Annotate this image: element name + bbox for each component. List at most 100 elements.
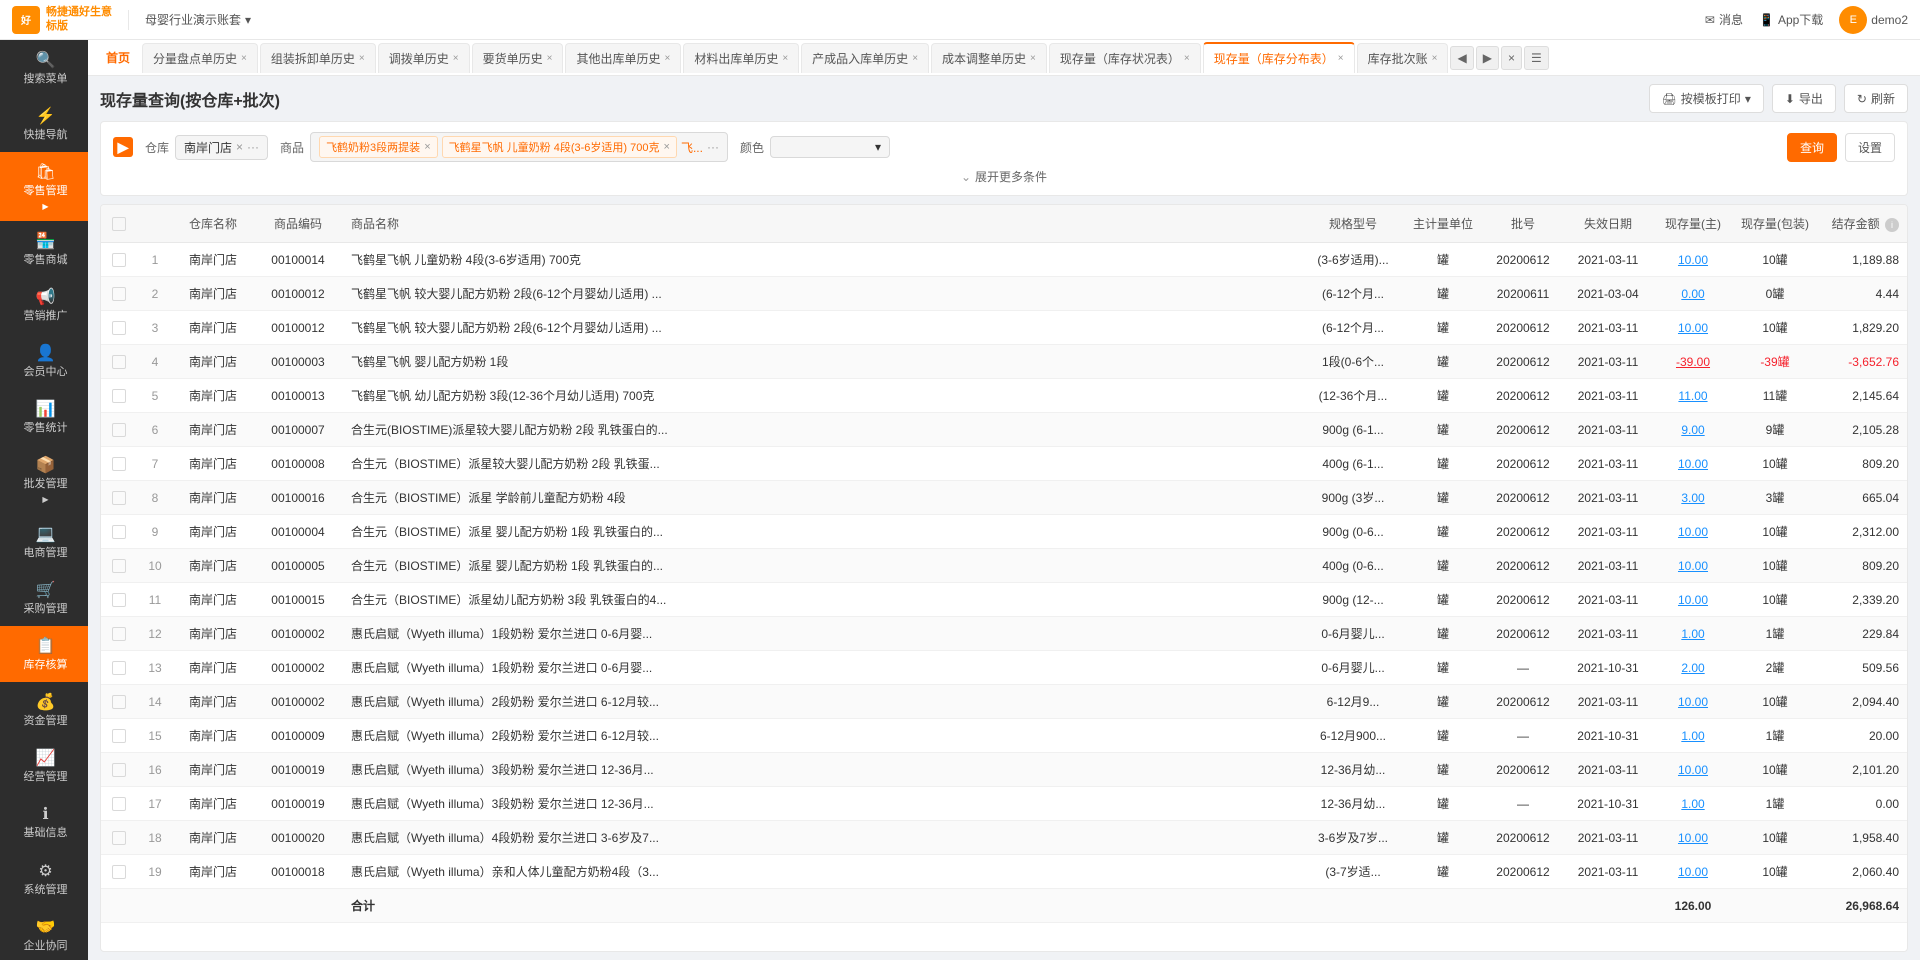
stock-main-link[interactable]: 10.00	[1678, 253, 1708, 267]
stock-main-link[interactable]: 11.00	[1678, 389, 1707, 403]
row-checkbox-input[interactable]	[112, 355, 126, 369]
tab-other-out[interactable]: 其他出库单历史 ×	[565, 43, 681, 73]
row-checkbox-input[interactable]	[112, 423, 126, 437]
filter-more-icon[interactable]: ···	[707, 140, 719, 154]
sidebar-item-finance[interactable]: 💰 资金管理	[0, 682, 88, 738]
tab-close-icon[interactable]: ×	[1030, 53, 1036, 64]
tab-home[interactable]: 首页	[96, 43, 140, 72]
stock-main-link[interactable]: 10.00	[1678, 695, 1708, 709]
row-checkbox-input[interactable]	[112, 253, 126, 267]
stock-main-link[interactable]: 2.00	[1681, 661, 1704, 675]
sidebar-item-inventory[interactable]: 📋 库存核算	[0, 626, 88, 682]
warehouse-value[interactable]: 南岸门店 × ···	[175, 135, 268, 160]
tab-nav-next[interactable]: ▶	[1476, 46, 1499, 70]
tab-close-icon[interactable]: ×	[664, 53, 670, 64]
tab-disassemble[interactable]: 组装拆卸单历史 ×	[260, 43, 376, 73]
sidebar-item-retail-shop[interactable]: 🏪 零售商城	[0, 221, 88, 277]
row-checkbox-input[interactable]	[112, 321, 126, 335]
user-profile[interactable]: E demo2	[1839, 6, 1908, 34]
expand-conditions-button[interactable]: ⌄ 展开更多条件	[113, 168, 1895, 185]
row-checkbox-input[interactable]	[112, 865, 126, 879]
row-checkbox-input[interactable]	[112, 457, 126, 471]
sidebar-item-marketing[interactable]: 📢 营销推广	[0, 277, 88, 333]
stock-main-link[interactable]: 0.00	[1681, 287, 1704, 301]
tab-close-icon[interactable]: ×	[547, 53, 553, 64]
amount-info-icon[interactable]: i	[1885, 218, 1899, 232]
select-all-checkbox[interactable]	[112, 217, 126, 231]
row-checkbox-input[interactable]	[112, 729, 126, 743]
settings-button[interactable]: 设置	[1845, 133, 1895, 162]
row-checkbox-input[interactable]	[112, 831, 126, 845]
tab-nav-close[interactable]: ×	[1501, 46, 1522, 70]
tag-close-icon[interactable]: ×	[424, 141, 430, 153]
row-checkbox-input[interactable]	[112, 627, 126, 641]
sidebar-item-retail-stats[interactable]: 📊 零售统计	[0, 389, 88, 445]
sidebar-item-base-info[interactable]: ℹ 基础信息	[0, 794, 88, 850]
refresh-button[interactable]: ↻ 刷新	[1844, 84, 1908, 113]
color-value[interactable]: ▾	[770, 136, 890, 158]
tab-stock-dist[interactable]: 现存量（库存分布表） ×	[1203, 42, 1355, 73]
tab-product-in[interactable]: 产成品入库单历史 ×	[801, 43, 929, 73]
query-button[interactable]: 查询	[1787, 133, 1837, 162]
row-checkbox-input[interactable]	[112, 389, 126, 403]
sidebar-item-ecommerce[interactable]: 💻 电商管理	[0, 514, 88, 570]
row-checkbox-input[interactable]	[112, 593, 126, 607]
tag-close-icon[interactable]: ×	[664, 141, 670, 153]
sidebar-item-cooperation[interactable]: 🤝 企业协同	[0, 907, 88, 960]
row-checkbox-input[interactable]	[112, 287, 126, 301]
tab-nav-menu[interactable]: ☰	[1524, 46, 1549, 70]
stock-main-link[interactable]: 10.00	[1678, 763, 1708, 777]
row-checkbox-input[interactable]	[112, 695, 126, 709]
stock-main-link[interactable]: 1.00	[1681, 797, 1704, 811]
stock-main-link[interactable]: -39.00	[1676, 355, 1710, 369]
tab-cost-adjust[interactable]: 成本调整单历史 ×	[931, 43, 1047, 73]
tab-adjust[interactable]: 调拨单历史 ×	[378, 43, 470, 73]
sidebar-item-operations[interactable]: 📈 经营管理	[0, 738, 88, 794]
stock-main-link[interactable]: 10.00	[1678, 559, 1708, 573]
stock-main-link[interactable]: 1.00	[1681, 627, 1704, 641]
stock-main-link[interactable]: 3.00	[1681, 491, 1704, 505]
sidebar-item-wholesale[interactable]: 📦 批发管理 ▶	[0, 445, 88, 513]
tab-close-icon[interactable]: ×	[1432, 53, 1438, 64]
stock-main-link[interactable]: 10.00	[1678, 321, 1708, 335]
row-checkbox-input[interactable]	[112, 559, 126, 573]
tag-close-icon[interactable]: ×	[236, 140, 243, 154]
tab-material-out[interactable]: 材料出库单历史 ×	[683, 43, 799, 73]
row-expand-button[interactable]: ▶	[113, 137, 133, 157]
tab-close-icon[interactable]: ×	[1338, 53, 1344, 64]
stock-main-link[interactable]: 10.00	[1678, 525, 1708, 539]
sidebar-item-purchase[interactable]: 🛒 采购管理	[0, 570, 88, 626]
stock-main-link[interactable]: 1.00	[1681, 729, 1704, 743]
stock-main-link[interactable]: 10.00	[1678, 457, 1708, 471]
row-checkbox-input[interactable]	[112, 491, 126, 505]
row-checkbox-input[interactable]	[112, 797, 126, 811]
sidebar-item-search[interactable]: 🔍 搜索菜单	[0, 40, 88, 96]
stock-main-link[interactable]: 10.00	[1678, 593, 1708, 607]
tab-close-icon[interactable]: ×	[359, 53, 365, 64]
sidebar-item-system[interactable]: ⚙ 系统管理	[0, 851, 88, 907]
filter-more-icon[interactable]: ···	[247, 140, 259, 154]
app-download-button[interactable]: 📱 App下载	[1759, 11, 1823, 28]
stock-main-link[interactable]: 10.00	[1678, 865, 1708, 879]
tab-order[interactable]: 要货单历史 ×	[472, 43, 564, 73]
stock-main-link[interactable]: 9.00	[1681, 423, 1704, 437]
tab-split-inventory[interactable]: 分量盘点单历史 ×	[142, 43, 258, 73]
tab-close-icon[interactable]: ×	[782, 53, 788, 64]
store-selector[interactable]: 母婴行业演示账套 ▾	[145, 11, 251, 28]
product-value[interactable]: 飞鹤奶粉3段两提装 × 飞鹤星飞帆 儿童奶粉 4段(3-6岁适用) 700克 ×…	[310, 132, 728, 162]
sidebar-item-member[interactable]: 👤 会员中心	[0, 333, 88, 389]
tab-close-icon[interactable]: ×	[453, 53, 459, 64]
tab-close-icon[interactable]: ×	[912, 53, 918, 64]
row-checkbox-input[interactable]	[112, 661, 126, 675]
tab-nav-prev[interactable]: ◀	[1450, 46, 1473, 70]
row-checkbox-input[interactable]	[112, 763, 126, 777]
print-button[interactable]: 🖨 按模板打印 ▾	[1649, 84, 1764, 113]
tab-stock-status[interactable]: 现存量（库存状况表） ×	[1049, 43, 1201, 73]
row-checkbox-input[interactable]	[112, 525, 126, 539]
stock-main-link[interactable]: 10.00	[1678, 831, 1708, 845]
tab-close-icon[interactable]: ×	[1184, 53, 1190, 64]
sidebar-item-quick-nav[interactable]: ⚡ 快捷导航	[0, 96, 88, 152]
tab-close-icon[interactable]: ×	[241, 53, 247, 64]
export-button[interactable]: ⬇ 导出	[1772, 84, 1836, 113]
messages-button[interactable]: ✉ 消息	[1705, 11, 1743, 28]
